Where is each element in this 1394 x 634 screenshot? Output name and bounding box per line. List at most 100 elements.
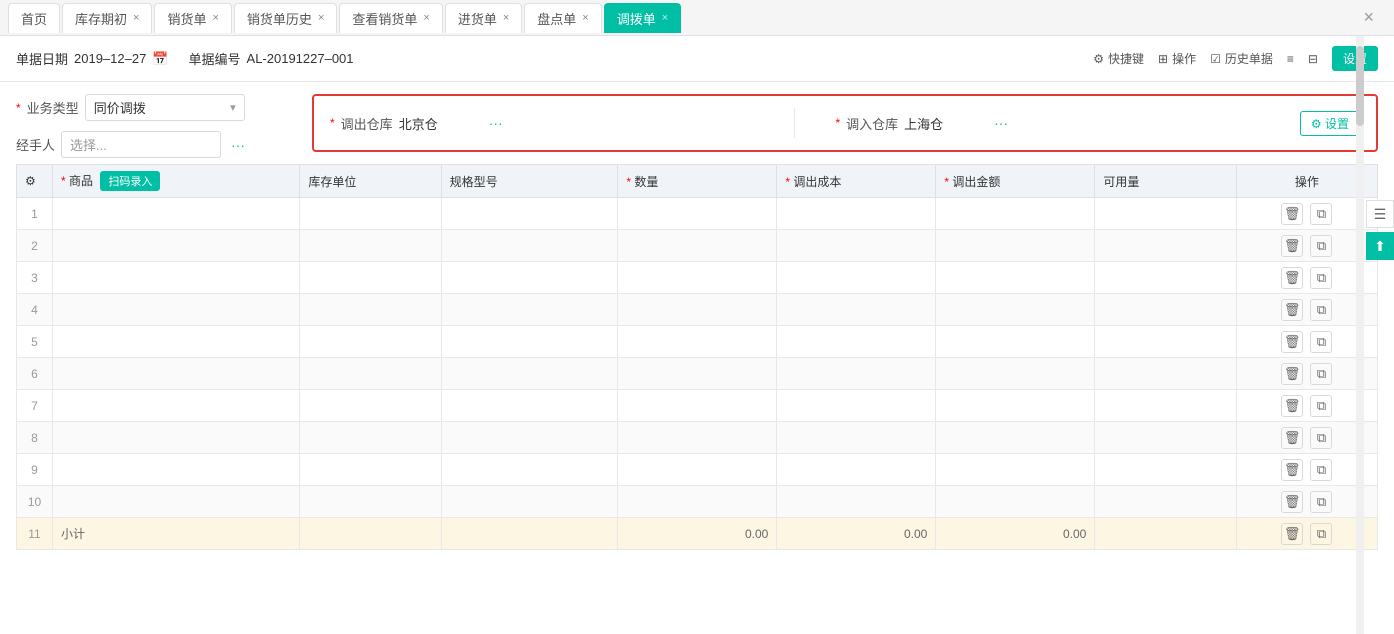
tab-sales-order[interactable]: 销货单 × bbox=[154, 3, 231, 33]
row-spec-10[interactable] bbox=[441, 486, 618, 518]
row-spec-3[interactable] bbox=[441, 262, 618, 294]
copy-icon[interactable]: ⧉ bbox=[1310, 523, 1332, 545]
row-quantity-8[interactable] bbox=[618, 422, 777, 454]
row-transfer-amount-4[interactable] bbox=[936, 294, 1095, 326]
row-quantity-4[interactable] bbox=[618, 294, 777, 326]
row-quantity-2[interactable] bbox=[618, 230, 777, 262]
delete-icon[interactable]: 🗑 bbox=[1281, 363, 1303, 385]
row-transfer-amount-5[interactable] bbox=[936, 326, 1095, 358]
row-stock-unit-4[interactable] bbox=[300, 294, 441, 326]
row-available-7[interactable] bbox=[1095, 390, 1236, 422]
operations-action[interactable]: ⊞ 操作 bbox=[1158, 50, 1196, 67]
row-spec-1[interactable] bbox=[441, 198, 618, 230]
row-spec-7[interactable] bbox=[441, 390, 618, 422]
copy-icon[interactable]: ⧉ bbox=[1310, 267, 1332, 289]
row-transfer-cost-6[interactable] bbox=[777, 358, 936, 390]
row-transfer-cost-3[interactable] bbox=[777, 262, 936, 294]
delete-icon[interactable]: 🗑 bbox=[1281, 395, 1303, 417]
row-transfer-amount-7[interactable] bbox=[936, 390, 1095, 422]
row-available-8[interactable] bbox=[1095, 422, 1236, 454]
row-transfer-cost-7[interactable] bbox=[777, 390, 936, 422]
row-stock-unit-6[interactable] bbox=[300, 358, 441, 390]
copy-icon[interactable]: ⧉ bbox=[1310, 363, 1332, 385]
col-settings[interactable]: ⚙ bbox=[17, 165, 53, 198]
row-product-5[interactable] bbox=[53, 326, 300, 358]
tab-home[interactable]: 首页 bbox=[8, 3, 60, 33]
row-transfer-cost-1[interactable] bbox=[777, 198, 936, 230]
row-available-9[interactable] bbox=[1095, 454, 1236, 486]
settings-gear-icon[interactable]: ⚙ bbox=[25, 174, 36, 188]
row-transfer-amount-9[interactable] bbox=[936, 454, 1095, 486]
row-stock-unit-2[interactable] bbox=[300, 230, 441, 262]
in-warehouse-more-button[interactable]: ··· bbox=[990, 115, 1012, 131]
row-product-2[interactable] bbox=[53, 230, 300, 262]
row-product-10[interactable] bbox=[53, 486, 300, 518]
row-transfer-cost-4[interactable] bbox=[777, 294, 936, 326]
row-quantity-3[interactable] bbox=[618, 262, 777, 294]
row-quantity-7[interactable] bbox=[618, 390, 777, 422]
business-type-select[interactable]: 同价调拨 ▾ bbox=[85, 94, 245, 121]
row-transfer-amount-8[interactable] bbox=[936, 422, 1095, 454]
row-stock-unit-9[interactable] bbox=[300, 454, 441, 486]
tab-purchase-order[interactable]: 进货单 × bbox=[445, 3, 522, 33]
row-spec-9[interactable] bbox=[441, 454, 618, 486]
delete-icon[interactable]: 🗑 bbox=[1281, 427, 1303, 449]
tab-sales-order-close[interactable]: × bbox=[212, 12, 218, 24]
row-transfer-amount-1[interactable] bbox=[936, 198, 1095, 230]
tab-transfer[interactable]: 调拨单 × bbox=[604, 3, 681, 33]
row-available-3[interactable] bbox=[1095, 262, 1236, 294]
layout-icon2[interactable]: ⊟ bbox=[1308, 52, 1318, 66]
row-stock-unit-5[interactable] bbox=[300, 326, 441, 358]
row-transfer-amount-3[interactable] bbox=[936, 262, 1095, 294]
row-stock-unit-7[interactable] bbox=[300, 390, 441, 422]
row-product-6[interactable] bbox=[53, 358, 300, 390]
row-transfer-cost-2[interactable] bbox=[777, 230, 936, 262]
row-transfer-amount-2[interactable] bbox=[936, 230, 1095, 262]
tab-stocktake-close[interactable]: × bbox=[582, 12, 588, 24]
copy-icon[interactable]: ⧉ bbox=[1310, 427, 1332, 449]
warehouse-settings-button[interactable]: ⚙ 设置 bbox=[1300, 111, 1360, 136]
row-available-10[interactable] bbox=[1095, 486, 1236, 518]
copy-icon[interactable]: ⧉ bbox=[1310, 395, 1332, 417]
layout-icon1[interactable]: ≡ bbox=[1287, 52, 1294, 66]
shortcuts-action[interactable]: ⚙ 快捷键 bbox=[1093, 50, 1144, 67]
float-export-button[interactable]: ⬆ bbox=[1366, 232, 1394, 260]
delete-icon[interactable]: 🗑 bbox=[1281, 267, 1303, 289]
tab-purchase-order-close[interactable]: × bbox=[503, 12, 509, 24]
delete-icon[interactable]: 🗑 bbox=[1281, 203, 1303, 225]
tab-view-sales-close[interactable]: × bbox=[423, 12, 429, 24]
vertical-scrollbar[interactable] bbox=[1356, 36, 1364, 634]
float-list-button[interactable]: ☰ bbox=[1366, 200, 1394, 228]
out-warehouse-more-button[interactable]: ··· bbox=[485, 115, 507, 131]
scrollbar-thumb[interactable] bbox=[1356, 46, 1364, 126]
tab-inventory-init-close[interactable]: × bbox=[133, 12, 139, 24]
row-transfer-amount-10[interactable] bbox=[936, 486, 1095, 518]
row-product-1[interactable] bbox=[53, 198, 300, 230]
row-available-4[interactable] bbox=[1095, 294, 1236, 326]
row-available-5[interactable] bbox=[1095, 326, 1236, 358]
row-transfer-cost-8[interactable] bbox=[777, 422, 936, 454]
row-spec-6[interactable] bbox=[441, 358, 618, 390]
tab-sales-history[interactable]: 销货单历史 × bbox=[234, 3, 337, 33]
copy-icon[interactable]: ⧉ bbox=[1310, 299, 1332, 321]
row-transfer-cost-5[interactable] bbox=[777, 326, 936, 358]
row-spec-4[interactable] bbox=[441, 294, 618, 326]
tab-view-sales[interactable]: 查看销货单 × bbox=[339, 3, 442, 33]
row-product-4[interactable] bbox=[53, 294, 300, 326]
delete-icon[interactable]: 🗑 bbox=[1281, 491, 1303, 513]
row-stock-unit-8[interactable] bbox=[300, 422, 441, 454]
tab-stocktake[interactable]: 盘点单 × bbox=[524, 3, 601, 33]
row-stock-unit-1[interactable] bbox=[300, 198, 441, 230]
calendar-icon[interactable]: 📅 bbox=[152, 51, 168, 67]
tab-sales-history-close[interactable]: × bbox=[318, 12, 324, 24]
row-stock-unit-3[interactable] bbox=[300, 262, 441, 294]
row-quantity-10[interactable] bbox=[618, 486, 777, 518]
copy-icon[interactable]: ⧉ bbox=[1310, 331, 1332, 353]
delete-icon[interactable]: 🗑 bbox=[1281, 459, 1303, 481]
row-transfer-cost-10[interactable] bbox=[777, 486, 936, 518]
delete-icon[interactable]: 🗑 bbox=[1281, 235, 1303, 257]
scan-entry-button[interactable]: 扫码录入 bbox=[100, 171, 160, 191]
row-quantity-1[interactable] bbox=[618, 198, 777, 230]
settings-button[interactable]: 设置 bbox=[1332, 46, 1378, 71]
row-quantity-5[interactable] bbox=[618, 326, 777, 358]
